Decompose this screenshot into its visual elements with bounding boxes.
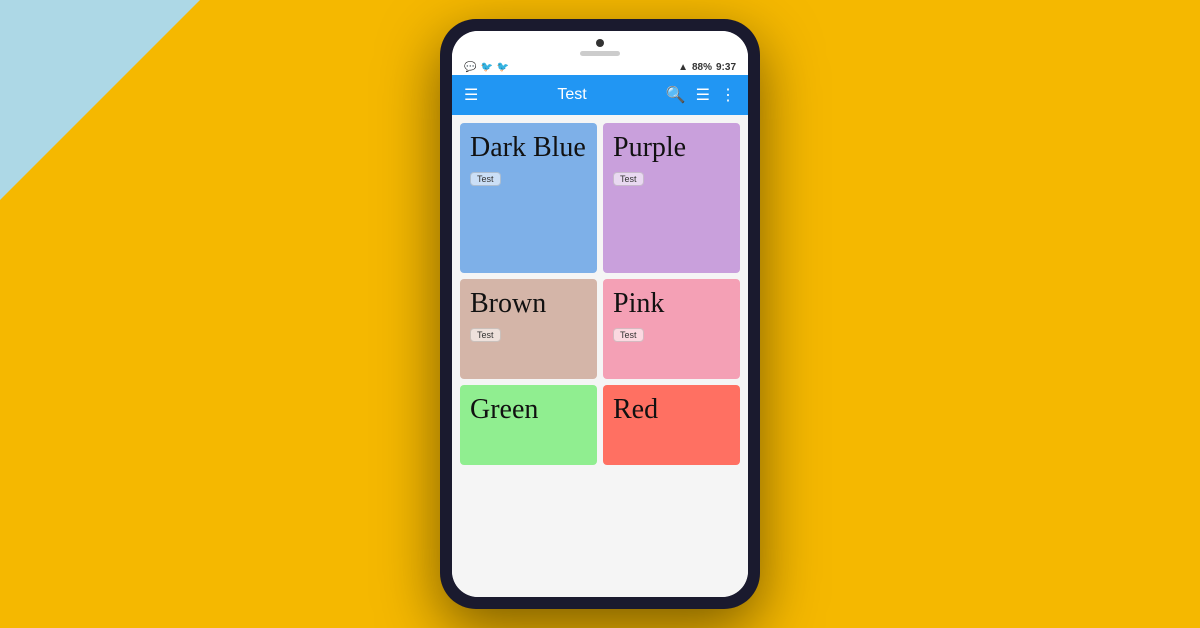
card-brown-title: Brown — [470, 289, 587, 320]
card-dark-blue-title: Dark Blue — [470, 133, 587, 164]
phone-wrapper: 💬 🐦 🐦 ▲ 88% 9:37 ☰ Test 🔍 ☰ ⋮ — [440, 19, 760, 609]
card-red[interactable]: Red — [603, 385, 740, 465]
card-purple-badge: Test — [613, 172, 644, 186]
color-grid: Dark Blue Test Purple Test Brown Test Pi… — [460, 123, 740, 465]
message-icon: 💬 — [464, 62, 476, 73]
status-icons-left: 💬 🐦 🐦 — [464, 62, 509, 73]
twitter-icon-2: 🐦 — [497, 62, 509, 73]
app-title: Test — [488, 86, 655, 104]
card-pink[interactable]: Pink Test — [603, 279, 740, 379]
card-brown[interactable]: Brown Test — [460, 279, 597, 379]
signal-icon: ▲ — [678, 62, 688, 73]
card-purple-title: Purple — [613, 133, 730, 164]
hamburger-menu-icon[interactable]: ☰ — [464, 85, 478, 105]
phone-hardware-top — [452, 31, 748, 60]
status-indicators-right: ▲ 88% 9:37 — [678, 62, 736, 73]
speaker-grille — [580, 51, 620, 56]
card-dark-blue-badge: Test — [470, 172, 501, 186]
card-dark-blue[interactable]: Dark Blue Test — [460, 123, 597, 273]
card-brown-badge: Test — [470, 328, 501, 342]
content-area: Dark Blue Test Purple Test Brown Test Pi… — [452, 115, 748, 597]
card-green[interactable]: Green — [460, 385, 597, 465]
card-pink-title: Pink — [613, 289, 730, 320]
card-red-title: Red — [613, 395, 730, 426]
clock: 9:37 — [716, 62, 736, 73]
card-purple[interactable]: Purple Test — [603, 123, 740, 273]
more-options-icon[interactable]: ⋮ — [720, 85, 736, 105]
app-bar: ☰ Test 🔍 ☰ ⋮ — [452, 75, 748, 115]
card-pink-badge: Test — [613, 328, 644, 342]
phone-screen: 💬 🐦 🐦 ▲ 88% 9:37 ☰ Test 🔍 ☰ ⋮ — [452, 31, 748, 597]
phone-body: 💬 🐦 🐦 ▲ 88% 9:37 ☰ Test 🔍 ☰ ⋮ — [440, 19, 760, 609]
list-view-icon[interactable]: ☰ — [696, 85, 710, 105]
status-bar: 💬 🐦 🐦 ▲ 88% 9:37 — [452, 60, 748, 75]
battery-level: 88% — [692, 62, 712, 73]
search-icon[interactable]: 🔍 — [666, 85, 686, 105]
front-camera — [596, 39, 604, 47]
card-green-title: Green — [470, 395, 587, 426]
twitter-icon-1: 🐦 — [480, 62, 492, 73]
